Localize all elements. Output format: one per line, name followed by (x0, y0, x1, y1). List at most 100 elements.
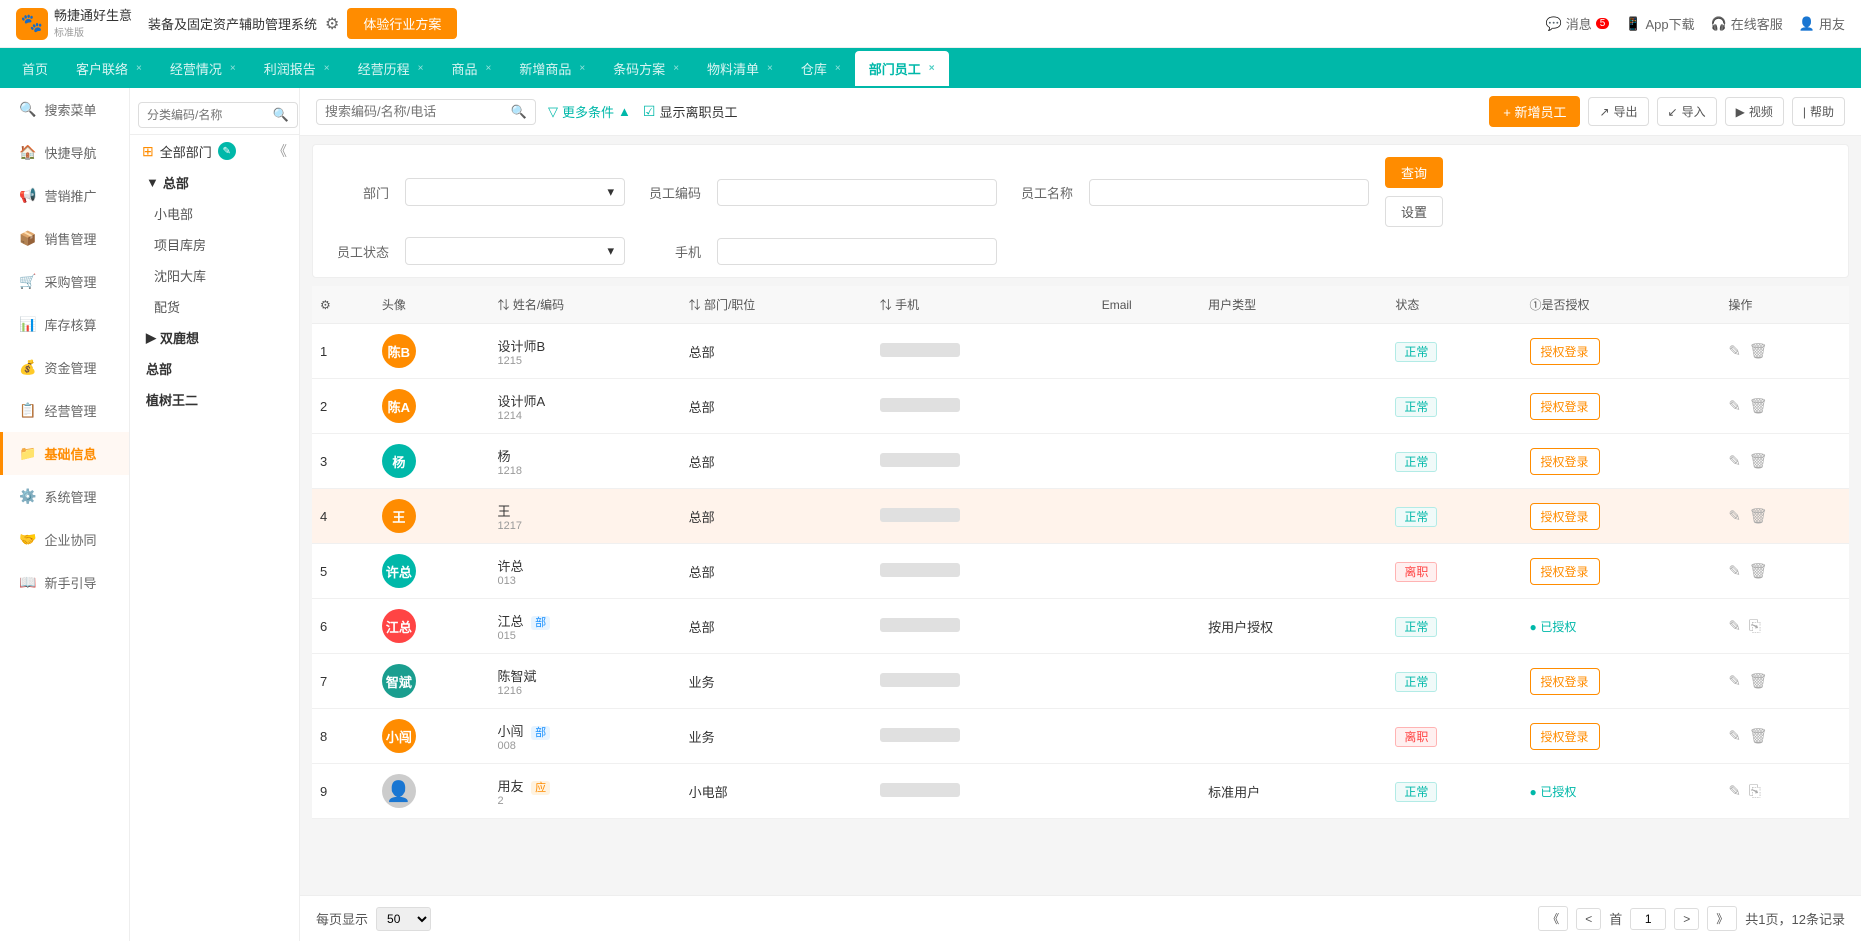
close-icon[interactable]: × (230, 63, 236, 74)
tab-goods[interactable]: 商品 × (437, 51, 505, 86)
edit-icon[interactable]: ✎ (1728, 617, 1741, 635)
prev-page-button[interactable]: < (1576, 908, 1601, 930)
close-icon[interactable]: × (418, 63, 424, 74)
show-resigned-toggle[interactable]: ☑ 显示离职员工 (643, 102, 738, 121)
delete-icon[interactable]: 🗑 (1749, 562, 1768, 580)
th-name[interactable]: ⇅ 姓名/编码 (489, 286, 680, 324)
authorize-button[interactable]: 授权登录 (1530, 338, 1600, 365)
dept-collapse-button[interactable]: 《 (273, 141, 287, 161)
close-icon[interactable]: × (579, 63, 585, 74)
edit-icon[interactable]: ✎ (1728, 342, 1741, 360)
set-button[interactable]: 设置 (1385, 196, 1443, 227)
more-filter-button[interactable]: ▽ 更多条件 ▲ (548, 102, 631, 121)
edit-icon[interactable]: ✎ (1728, 507, 1741, 525)
sidebar-item-search[interactable]: 🔍 搜索菜单 (0, 88, 129, 131)
th-settings[interactable]: ⚙ (312, 286, 374, 324)
last-page-button[interactable]: 》 (1707, 906, 1737, 931)
delete-icon[interactable]: 🗑 (1749, 452, 1768, 470)
authorize-button[interactable]: 授权登录 (1530, 503, 1600, 530)
copy-icon[interactable]: ⎘ (1749, 783, 1761, 800)
copy-icon[interactable]: ⎘ (1749, 618, 1761, 635)
dept-tree-item-root[interactable]: ▼ 总部 (130, 167, 299, 198)
delete-icon[interactable]: 🗑 (1749, 727, 1768, 745)
delete-icon[interactable]: 🗑 (1749, 397, 1768, 415)
dept-tree-item-zhishu[interactable]: 植树王二 (130, 384, 299, 415)
add-employee-button[interactable]: + 新增员工 (1489, 96, 1580, 127)
authorize-button[interactable]: 授权登录 (1530, 558, 1600, 585)
delete-icon[interactable]: 🗑 (1749, 342, 1768, 360)
sidebar-item-quicknav[interactable]: 🏠 快捷导航 (0, 131, 129, 174)
dept-tree-item-shenyang[interactable]: 沈阳大库 (130, 260, 299, 291)
import-button[interactable]: ↙ 导入 (1657, 97, 1717, 126)
messages-button[interactable]: 💬 消息 5 (1546, 14, 1610, 33)
edit-icon[interactable]: ✎ (1728, 672, 1741, 690)
sidebar-item-system[interactable]: ⚙️ 系统管理 (0, 475, 129, 518)
online-service-button[interactable]: 🎧 在线客服 (1711, 14, 1783, 33)
close-icon[interactable]: × (324, 63, 330, 74)
dept-edit-icon[interactable]: ✎ (218, 142, 236, 160)
delete-icon[interactable]: 🗑 (1749, 507, 1768, 525)
view-button[interactable]: ▶ 视频 (1725, 97, 1784, 126)
close-icon[interactable]: × (767, 63, 773, 74)
sidebar-item-guide[interactable]: 📖 新手引导 (0, 561, 129, 604)
authorize-button[interactable]: 授权登录 (1530, 668, 1600, 695)
sidebar-item-marketing[interactable]: 📢 营销推广 (0, 174, 129, 217)
delete-icon[interactable]: 🗑 (1749, 672, 1768, 690)
th-phone[interactable]: ⇅ 手机 (872, 286, 1094, 324)
help-button[interactable]: | 帮助 (1792, 97, 1845, 126)
search-submit-icon[interactable]: 🔍 (511, 104, 527, 120)
emp-code-input[interactable] (717, 179, 997, 206)
th-dept[interactable]: ⇅ 部门/职位 (681, 286, 872, 324)
authorize-button[interactable]: 授权登录 (1530, 393, 1600, 420)
edit-icon[interactable]: ✎ (1728, 397, 1741, 415)
tab-bom[interactable]: 物料清单 × (693, 51, 787, 86)
sidebar-item-finance[interactable]: 💰 资金管理 (0, 346, 129, 389)
tab-history[interactable]: 经营历程 × (344, 51, 438, 86)
close-icon[interactable]: × (485, 63, 491, 74)
emp-code-field[interactable] (728, 185, 986, 200)
phone-field[interactable] (728, 244, 986, 259)
dept-search-input[interactable] (147, 108, 267, 122)
sidebar-item-basic[interactable]: 📁 基础信息 (0, 432, 129, 475)
sidebar-item-collab[interactable]: 🤝 企业协同 (0, 518, 129, 561)
tab-operation[interactable]: 经营情况 × (156, 51, 250, 86)
close-icon[interactable]: × (835, 63, 841, 74)
next-page-button[interactable]: > (1674, 908, 1699, 930)
query-button[interactable]: 查询 (1385, 157, 1443, 188)
dept-tree-item-shuangluxiang[interactable]: ▶ 双鹿想 (130, 322, 299, 353)
close-icon[interactable]: × (136, 63, 142, 74)
page-number-input[interactable] (1630, 908, 1666, 930)
emp-name-input[interactable] (1089, 179, 1369, 206)
emp-status-select[interactable]: ▾ (405, 237, 625, 265)
authorize-button[interactable]: 授权登录 (1530, 723, 1600, 750)
tab-warehouse[interactable]: 仓库 × (787, 51, 855, 86)
phone-input[interactable] (717, 238, 997, 265)
user-avatar[interactable]: 👤 用友 (1799, 14, 1845, 33)
tab-new-goods[interactable]: 新增商品 × (505, 51, 599, 86)
edit-icon[interactable]: ✎ (1728, 727, 1741, 745)
dept-search-icon[interactable]: 🔍 (273, 107, 289, 123)
sidebar-item-purchase[interactable]: 🛒 采购管理 (0, 260, 129, 303)
edit-icon[interactable]: ✎ (1728, 452, 1741, 470)
export-button[interactable]: ↗ 导出 (1588, 97, 1648, 126)
sidebar-item-sales[interactable]: 📦 销售管理 (0, 217, 129, 260)
gear-icon[interactable]: ⚙ (325, 14, 339, 34)
page-size-select[interactable]: 50 100 200 (376, 907, 431, 931)
trial-button[interactable]: 体验行业方案 (347, 8, 457, 39)
search-input[interactable] (325, 104, 505, 119)
emp-name-field[interactable] (1100, 185, 1358, 200)
edit-icon[interactable]: ✎ (1728, 782, 1741, 800)
dept-tree-item-xiaodian[interactable]: 小电部 (130, 198, 299, 229)
edit-icon[interactable]: ✎ (1728, 562, 1741, 580)
close-icon[interactable]: × (929, 63, 935, 74)
tab-home[interactable]: 首页 (8, 51, 62, 86)
tab-customers[interactable]: 客户联络 × (62, 51, 156, 86)
dept-tree-item-peihuo[interactable]: 配货 (130, 291, 299, 322)
dept-tree-item-xiangmu[interactable]: 项目库房 (130, 229, 299, 260)
dept-tree-item-zongbu[interactable]: 总部 (130, 353, 299, 384)
sidebar-item-opmanage[interactable]: 📋 经营管理 (0, 389, 129, 432)
authorize-button[interactable]: 授权登录 (1530, 448, 1600, 475)
dept-filter-select[interactable]: ▾ (405, 178, 625, 206)
sidebar-item-inventory[interactable]: 📊 库存核算 (0, 303, 129, 346)
close-icon[interactable]: × (673, 63, 679, 74)
